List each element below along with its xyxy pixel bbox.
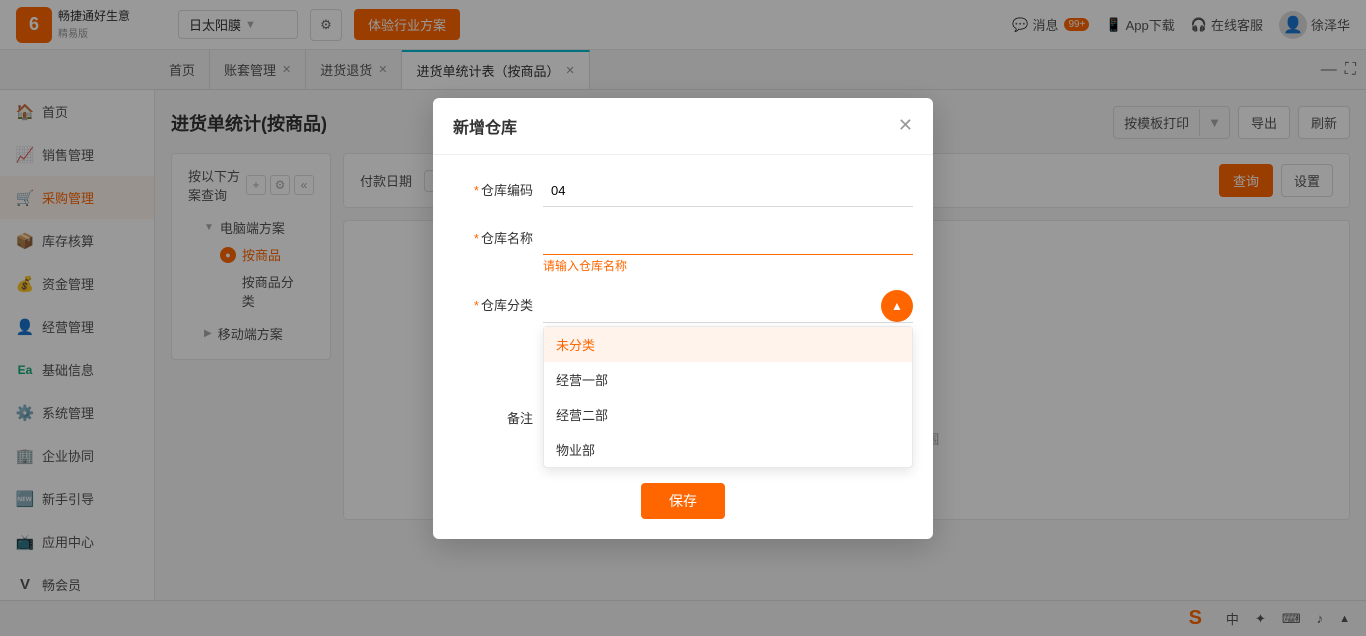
form-row-code: *仓库编码: [453, 175, 913, 207]
category-input[interactable]: [543, 290, 881, 322]
dialog-title: 新增仓库: [453, 114, 517, 138]
name-field-wrapper: 请输入仓库名称: [543, 223, 913, 274]
form-row-category: *仓库分类 ▲ 未分类 经营一部: [453, 290, 913, 323]
name-input[interactable]: [543, 223, 913, 255]
dialog-body: *仓库编码 *仓库名称 请输入仓库名称 *仓库分类: [433, 155, 933, 471]
code-label: *仓库编码: [453, 175, 533, 207]
new-warehouse-dialog: 新增仓库 ✕ *仓库编码 *仓库名称 请输入仓库名称: [433, 98, 933, 539]
dialog-footer: 保存: [433, 471, 933, 539]
name-label: *仓库名称: [453, 223, 533, 255]
dialog-header: 新增仓库 ✕: [433, 98, 933, 155]
form-row-name: *仓库名称 请输入仓库名称: [453, 223, 913, 274]
dialog-overlay: 新增仓库 ✕ *仓库编码 *仓库名称 请输入仓库名称: [0, 0, 1366, 636]
category-toggle-button[interactable]: ▲: [881, 290, 913, 322]
name-error-text: 请输入仓库名称: [543, 257, 913, 274]
chevron-up-icon: ▲: [891, 299, 903, 313]
code-input[interactable]: [543, 175, 913, 207]
category-dropdown: 未分类 经营一部 经营二部 物业部: [543, 326, 913, 468]
dropdown-item-ops2[interactable]: 经营二部: [544, 397, 912, 432]
dropdown-item-property[interactable]: 物业部: [544, 432, 912, 467]
save-button[interactable]: 保存: [641, 483, 725, 519]
dropdown-item-uncategorized[interactable]: 未分类: [544, 327, 912, 362]
dialog-close-button[interactable]: ✕: [898, 115, 913, 136]
notes-label: 备注: [453, 403, 533, 435]
category-input-row: ▲: [543, 290, 913, 323]
dropdown-item-ops1[interactable]: 经营一部: [544, 362, 912, 397]
category-wrapper: ▲ 未分类 经营一部 经营二部: [543, 290, 913, 323]
category-label: *仓库分类: [453, 290, 533, 322]
